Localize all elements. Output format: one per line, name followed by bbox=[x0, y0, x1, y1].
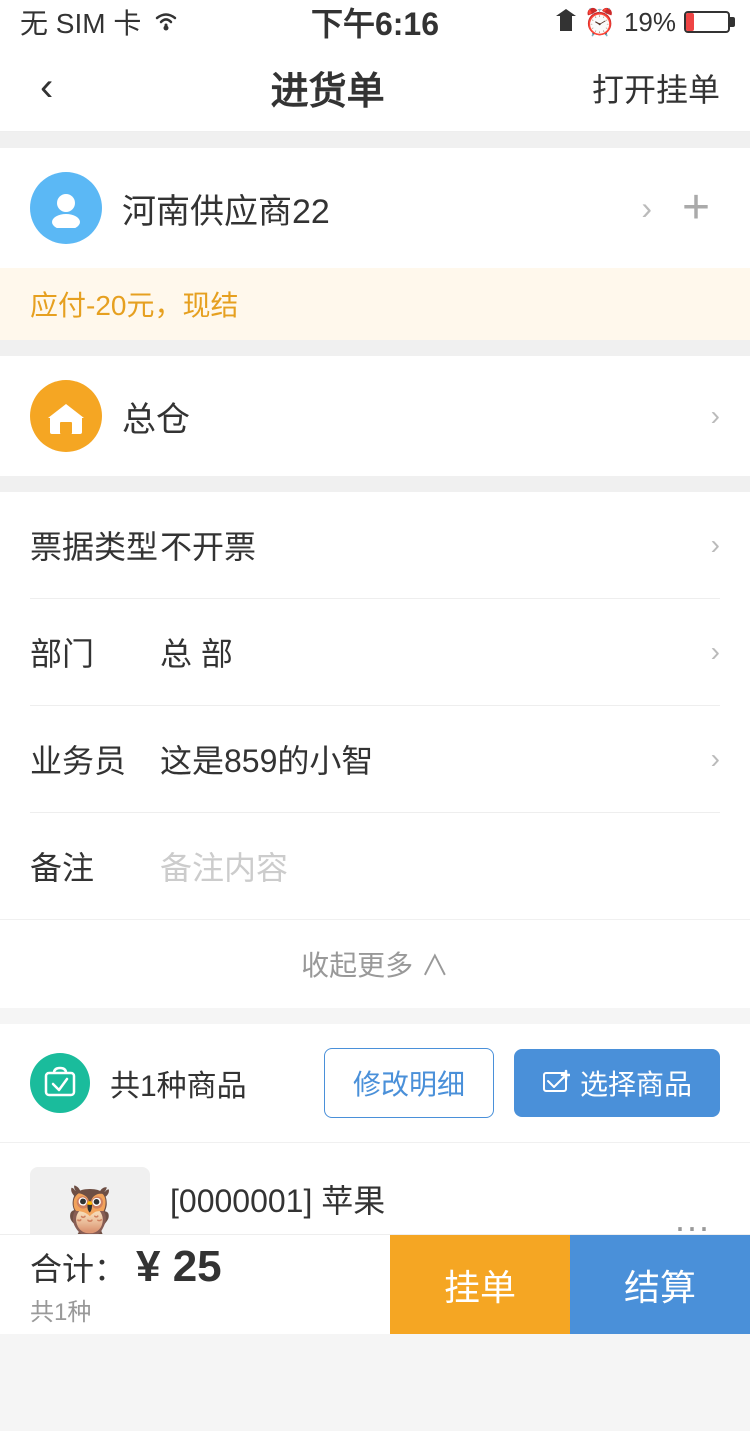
supplier-section: 河南供应商22 › + 应付-20元，现结 bbox=[0, 148, 750, 340]
remark-label: 备注 bbox=[30, 843, 160, 889]
back-button[interactable]: ‹ bbox=[30, 55, 63, 120]
total-section: 合计： ¥ 25 共1种 bbox=[0, 1235, 390, 1334]
collapse-button[interactable]: 收起更多 ∧ bbox=[0, 919, 750, 1008]
supplier-name: 河南供应商22 bbox=[122, 184, 641, 233]
department-chevron: › bbox=[711, 636, 720, 668]
supplier-row[interactable]: 河南供应商22 › + bbox=[0, 148, 750, 268]
select-product-button[interactable]: 选择商品 bbox=[514, 1049, 720, 1117]
supplier-avatar bbox=[30, 172, 102, 244]
warehouse-row[interactable]: 总仓 › bbox=[0, 356, 750, 476]
warehouse-icon bbox=[30, 380, 102, 452]
status-bar: 无 SIM 卡 下午6:16 ⏰ 19% bbox=[0, 0, 750, 44]
product-header: 共1种商品 修改明细 选择商品 bbox=[0, 1024, 750, 1142]
open-hang-button[interactable]: 打开挂单 bbox=[592, 65, 720, 111]
supplier-notice: 应付-20元，现结 bbox=[0, 268, 750, 340]
total-main: 合计： ¥ 25 bbox=[30, 1242, 360, 1292]
sales-person-value: 这是859的小智 bbox=[160, 736, 711, 782]
department-row[interactable]: 部门 总 部 › bbox=[0, 599, 750, 705]
status-left: 无 SIM 卡 bbox=[20, 2, 181, 42]
battery-icon bbox=[684, 11, 730, 33]
page-title: 进货单 bbox=[271, 60, 385, 115]
total-label: 合计： bbox=[30, 1244, 126, 1290]
total-amount: ¥ 25 bbox=[136, 1242, 222, 1292]
invoice-type-chevron: › bbox=[711, 529, 720, 561]
product-count: 共1种商品 bbox=[110, 1061, 304, 1105]
battery-text: 19% bbox=[624, 7, 676, 38]
section-divider-1 bbox=[0, 132, 750, 148]
add-supplier-button[interactable]: + bbox=[672, 184, 720, 232]
product-title: 苹果 bbox=[321, 1183, 385, 1219]
invoice-section: 票据类型 不开票 › 部门 总 部 › 业务员 这是859的小智 › 备注 备注… bbox=[0, 492, 750, 919]
edit-detail-button[interactable]: 修改明细 bbox=[324, 1048, 494, 1118]
invoice-type-value: 不开票 bbox=[160, 522, 711, 568]
hang-button[interactable]: 挂单 bbox=[390, 1235, 570, 1334]
select-product-label: 选择商品 bbox=[580, 1063, 692, 1103]
total-sub: 共1种 bbox=[30, 1292, 360, 1327]
product-icon bbox=[30, 1053, 90, 1113]
battery-fill bbox=[686, 13, 694, 31]
status-right: ⏰ 19% bbox=[556, 7, 730, 38]
section-divider-3 bbox=[0, 476, 750, 492]
sales-person-label: 业务员 bbox=[30, 736, 160, 782]
product-name: [0000001] 苹果 bbox=[170, 1176, 644, 1222]
remark-row[interactable]: 备注 备注内容 bbox=[0, 813, 750, 919]
sales-person-row[interactable]: 业务员 这是859的小智 › bbox=[0, 706, 750, 812]
status-time: 下午6:16 bbox=[311, 0, 439, 45]
wifi-icon bbox=[151, 6, 181, 38]
carrier-text: 无 SIM 卡 bbox=[20, 2, 141, 42]
remark-input[interactable]: 备注内容 bbox=[160, 843, 720, 889]
bottom-bar: 合计： ¥ 25 共1种 挂单 结算 bbox=[0, 1234, 750, 1334]
department-label: 部门 bbox=[30, 629, 160, 675]
invoice-type-label: 票据类型 bbox=[30, 522, 160, 568]
supplier-chevron: › bbox=[641, 190, 652, 227]
department-value: 总 部 bbox=[160, 629, 711, 675]
checkout-button[interactable]: 结算 bbox=[570, 1235, 750, 1334]
sales-person-chevron: › bbox=[711, 743, 720, 775]
warehouse-chevron: › bbox=[711, 400, 720, 432]
nav-bar: ‹ 进货单 打开挂单 bbox=[0, 44, 750, 132]
alarm-icon: ⏰ bbox=[584, 7, 616, 38]
location-icon bbox=[556, 7, 576, 38]
invoice-type-row[interactable]: 票据类型 不开票 › bbox=[0, 492, 750, 598]
warehouse-section: 总仓 › bbox=[0, 356, 750, 476]
section-divider-2 bbox=[0, 340, 750, 356]
product-code: [0000001] bbox=[170, 1183, 321, 1219]
warehouse-name: 总仓 bbox=[122, 392, 711, 441]
